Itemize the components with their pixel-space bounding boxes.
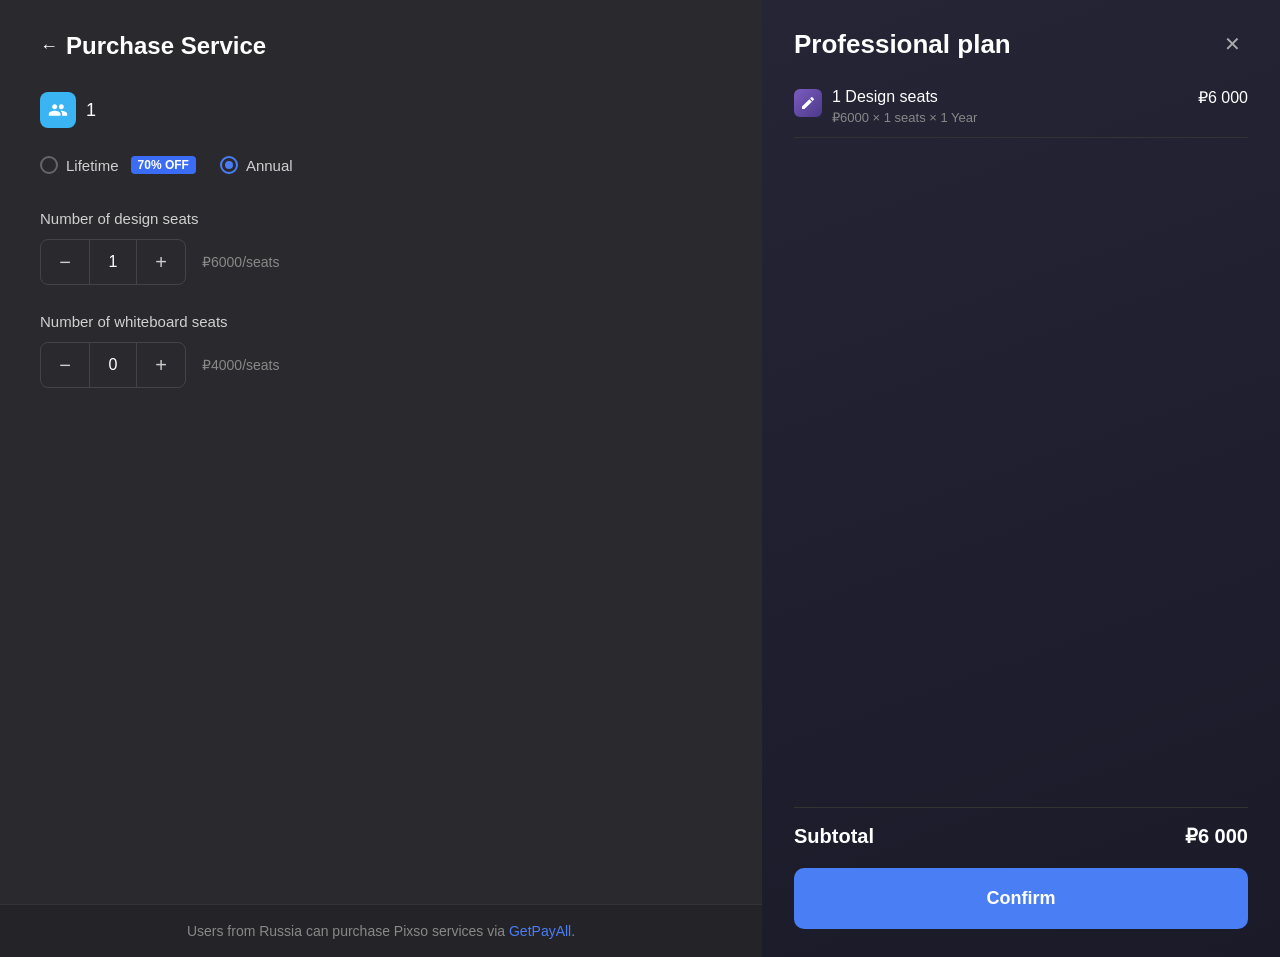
back-row[interactable]: ← Purchase Service (40, 32, 722, 60)
order-item-price: ₽6 000 (1198, 88, 1248, 107)
design-seats-stepper: − 1 + (40, 239, 186, 285)
close-icon: ✕ (1224, 32, 1241, 56)
user-count-label: 1 (86, 100, 96, 121)
whiteboard-seats-decrement-button[interactable]: − (41, 343, 89, 387)
subtotal-row: Subtotal ₽6 000 (794, 807, 1248, 868)
design-seats-decrement-button[interactable]: − (41, 240, 89, 284)
whiteboard-seats-stepper-row: − 0 + ₽4000/seats (40, 342, 722, 388)
whiteboard-seats-stepper: − 0 + (40, 342, 186, 388)
user-count-row: 1 (40, 92, 722, 128)
whiteboard-seats-section: Number of whiteboard seats − 0 + ₽4000/s… (40, 313, 722, 388)
order-item: 1 Design seats ₽6000 × 1 seats × 1 Year … (794, 88, 1248, 138)
whiteboard-seats-label: Number of whiteboard seats (40, 313, 722, 330)
whiteboard-seats-value: 0 (89, 343, 137, 387)
annual-option[interactable]: Annual (220, 156, 293, 174)
footer: Users from Russia can purchase Pixso ser… (0, 904, 762, 957)
lifetime-option[interactable]: Lifetime 70% OFF (40, 156, 196, 174)
design-seats-stepper-row: − 1 + ₽6000/seats (40, 239, 722, 285)
panel-header: Professional plan ✕ (794, 28, 1248, 60)
order-item-name: 1 Design seats (832, 88, 977, 106)
user-icon (40, 92, 76, 128)
confirm-button[interactable]: Confirm (794, 868, 1248, 929)
lifetime-label: Lifetime (66, 157, 119, 174)
annual-label: Annual (246, 157, 293, 174)
product-icon (794, 89, 822, 117)
order-item-details: 1 Design seats ₽6000 × 1 seats × 1 Year (832, 88, 977, 125)
order-item-left: 1 Design seats ₽6000 × 1 seats × 1 Year (794, 88, 977, 125)
footer-link[interactable]: GetPayAll (509, 923, 571, 939)
page-title: Purchase Service (66, 32, 266, 60)
footer-suffix: . (571, 923, 575, 939)
subtotal-label: Subtotal (794, 825, 874, 848)
lifetime-badge: 70% OFF (131, 156, 196, 174)
design-seats-increment-button[interactable]: + (137, 240, 185, 284)
whiteboard-seats-increment-button[interactable]: + (137, 343, 185, 387)
design-seats-label: Number of design seats (40, 210, 722, 227)
order-item-desc: ₽6000 × 1 seats × 1 Year (832, 110, 977, 125)
design-seats-value: 1 (89, 240, 137, 284)
billing-options-row: Lifetime 70% OFF Annual (40, 156, 722, 174)
back-arrow-icon[interactable]: ← (40, 36, 58, 57)
right-panel: Professional plan ✕ 1 Design seats ₽6000… (762, 0, 1280, 957)
design-seats-section: Number of design seats − 1 + ₽6000/seats (40, 210, 722, 285)
panel-title: Professional plan (794, 29, 1011, 60)
whiteboard-seats-price: ₽4000/seats (202, 357, 280, 373)
subtotal-value: ₽6 000 (1185, 824, 1248, 848)
lifetime-radio[interactable] (40, 156, 58, 174)
close-button[interactable]: ✕ (1216, 28, 1248, 60)
footer-text: Users from Russia can purchase Pixso ser… (187, 923, 509, 939)
spacer (794, 146, 1248, 807)
design-seats-price: ₽6000/seats (202, 254, 280, 270)
left-panel: ← Purchase Service 1 Lifetime 70% OFF An… (0, 0, 762, 957)
annual-radio[interactable] (220, 156, 238, 174)
